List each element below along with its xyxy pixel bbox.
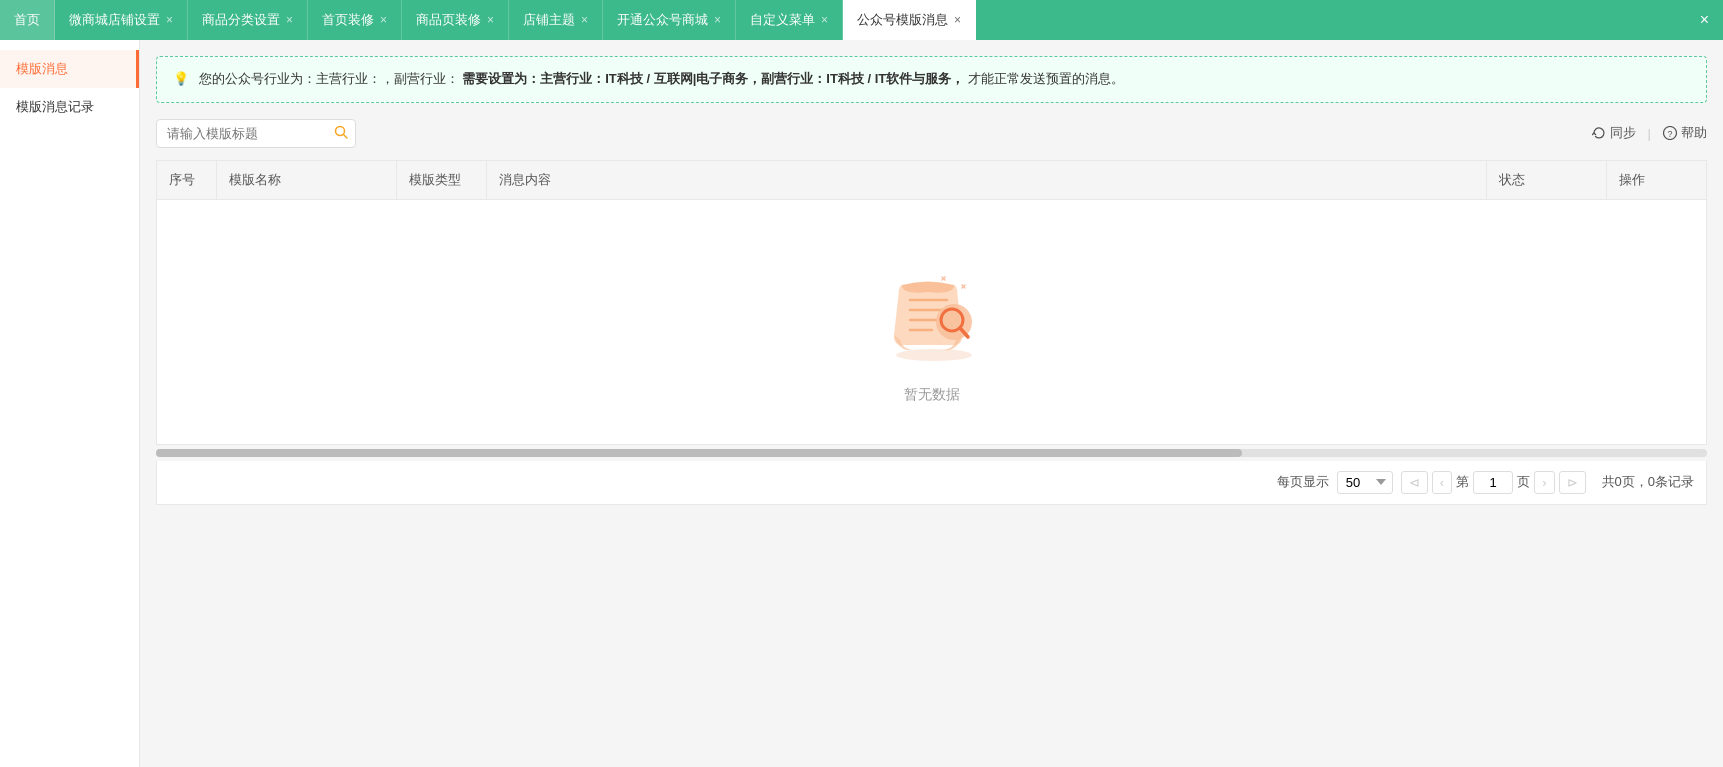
tab-shop-settings-close[interactable]: × [166, 13, 173, 27]
page-unit-label: 页 [1517, 473, 1530, 491]
tab-category-settings[interactable]: 商品分类设置 × [188, 0, 308, 40]
table-header: 序号 模版名称 模版类型 消息内容 状态 操作 [157, 160, 1707, 199]
svg-point-4 [896, 349, 972, 361]
sync-button[interactable]: 同步 [1592, 124, 1636, 142]
page-input[interactable] [1473, 471, 1513, 494]
toolbar-divider: | [1648, 126, 1651, 141]
page-last-button[interactable]: ⊳ [1559, 471, 1586, 494]
refresh-icon [1592, 126, 1606, 140]
col-header-name: 模版名称 [217, 160, 397, 199]
tab-product-decor-label: 商品页装修 [416, 11, 481, 29]
sidebar-item-template-msg[interactable]: 模版消息 [0, 50, 139, 88]
tab-template-msg-close[interactable]: × [954, 13, 961, 27]
tab-bar: 首页 微商城店铺设置 × 商品分类设置 × 首页装修 × 商品页装修 × 店铺主… [0, 0, 1723, 40]
page-prev-button[interactable]: ‹ [1432, 471, 1452, 494]
sidebar: 模版消息 模版消息记录 [0, 40, 140, 767]
tab-template-msg-label: 公众号模版消息 [857, 11, 948, 29]
page-nav: ⊲ ‹ 第 页 › ⊳ [1401, 471, 1586, 494]
tab-store-theme-close[interactable]: × [581, 13, 588, 27]
search-left [156, 119, 356, 148]
page-next-button[interactable]: › [1534, 471, 1554, 494]
page-total: 共0页，0条记录 [1602, 473, 1694, 491]
svg-text:?: ? [1667, 129, 1672, 139]
notice-text-prefix: 您的公众号行业为：主营行业：，副营行业： [199, 71, 459, 86]
notice-text-highlight: 需要设置为：主营行业：IT科技 / 互联网|电子商务，副营行业：IT科技 / I… [462, 71, 964, 86]
search-right: 同步 | ? 帮助 [1592, 124, 1707, 142]
sidebar-item-template-msg-log-label: 模版消息记录 [16, 99, 94, 114]
empty-text: 暂无数据 [157, 386, 1706, 404]
tab-home[interactable]: 首页 [0, 0, 55, 40]
page-first-button[interactable]: ⊲ [1401, 471, 1428, 494]
notice-icon: 💡 [173, 71, 189, 86]
col-header-no: 序号 [157, 160, 217, 199]
data-table: 序号 模版名称 模版类型 消息内容 状态 操作 [156, 160, 1707, 445]
tab-custom-menu-label: 自定义菜单 [750, 11, 815, 29]
help-button[interactable]: ? 帮助 [1663, 124, 1707, 142]
search-input-wrap [156, 119, 356, 148]
tab-category-settings-close[interactable]: × [286, 13, 293, 27]
tab-shop-settings[interactable]: 微商城店铺设置 × [55, 0, 188, 40]
tab-custom-menu-close[interactable]: × [821, 13, 828, 27]
page-goto-label: 第 [1456, 473, 1469, 491]
empty-state-row: 暂无数据 [157, 199, 1707, 444]
tab-open-mall-label: 开通公众号商城 [617, 11, 708, 29]
search-icon [334, 125, 348, 139]
sidebar-item-template-msg-log[interactable]: 模版消息记录 [0, 88, 139, 126]
notice-banner: 💡 您的公众号行业为：主营行业：，副营行业： 需要设置为：主营行业：IT科技 /… [156, 56, 1707, 103]
col-header-action: 操作 [1607, 160, 1707, 199]
tab-home-label: 首页 [14, 11, 40, 29]
search-input[interactable] [156, 119, 356, 148]
table-wrap: 序号 模版名称 模版类型 消息内容 状态 操作 [156, 160, 1707, 461]
content-area: 💡 您的公众号行业为：主营行业：，副营行业： 需要设置为：主营行业：IT科技 /… [140, 40, 1723, 767]
tab-category-settings-label: 商品分类设置 [202, 11, 280, 29]
table-body: 暂无数据 [157, 199, 1707, 444]
tab-home-decor-label: 首页装修 [322, 11, 374, 29]
col-header-content: 消息内容 [487, 160, 1487, 199]
pagination-bar: 每页显示 10 20 50 100 ⊲ ‹ 第 页 › ⊳ 共0页，0条记录 [156, 461, 1707, 505]
col-header-type: 模版类型 [397, 160, 487, 199]
per-page-label: 每页显示 [1277, 473, 1329, 491]
tab-home-decor-close[interactable]: × [380, 13, 387, 27]
svg-line-1 [344, 134, 348, 138]
main-layout: 模版消息 模版消息记录 💡 您的公众号行业为：主营行业：，副营行业： 需要设置为… [0, 40, 1723, 767]
table-header-row: 序号 模版名称 模版类型 消息内容 状态 操作 [157, 160, 1707, 199]
tab-bar-close-all[interactable]: × [1686, 11, 1723, 29]
sidebar-item-template-msg-label: 模版消息 [16, 61, 68, 76]
help-icon: ? [1663, 126, 1677, 140]
tab-product-decor[interactable]: 商品页装修 × [402, 0, 509, 40]
search-button[interactable] [334, 125, 348, 142]
tab-store-theme[interactable]: 店铺主题 × [509, 0, 603, 40]
empty-state: 暂无数据 [157, 200, 1706, 444]
col-header-status: 状态 [1487, 160, 1607, 199]
tab-custom-menu[interactable]: 自定义菜单 × [736, 0, 843, 40]
per-page-select[interactable]: 10 20 50 100 [1337, 471, 1393, 494]
tab-open-mall[interactable]: 开通公众号商城 × [603, 0, 736, 40]
tab-shop-settings-label: 微商城店铺设置 [69, 11, 160, 29]
tab-home-decor[interactable]: 首页装修 × [308, 0, 402, 40]
notice-text-suffix: 才能正常发送预置的消息。 [968, 71, 1124, 86]
tab-product-decor-close[interactable]: × [487, 13, 494, 27]
tab-template-msg[interactable]: 公众号模版消息 × [843, 0, 976, 40]
search-bar: 同步 | ? 帮助 [156, 119, 1707, 148]
empty-illustration [872, 260, 992, 370]
scroll-thumb[interactable] [156, 449, 1242, 457]
sync-label: 同步 [1610, 124, 1636, 142]
horizontal-scrollbar[interactable] [156, 449, 1707, 457]
help-label: 帮助 [1681, 124, 1707, 142]
tab-open-mall-close[interactable]: × [714, 13, 721, 27]
tab-store-theme-label: 店铺主题 [523, 11, 575, 29]
